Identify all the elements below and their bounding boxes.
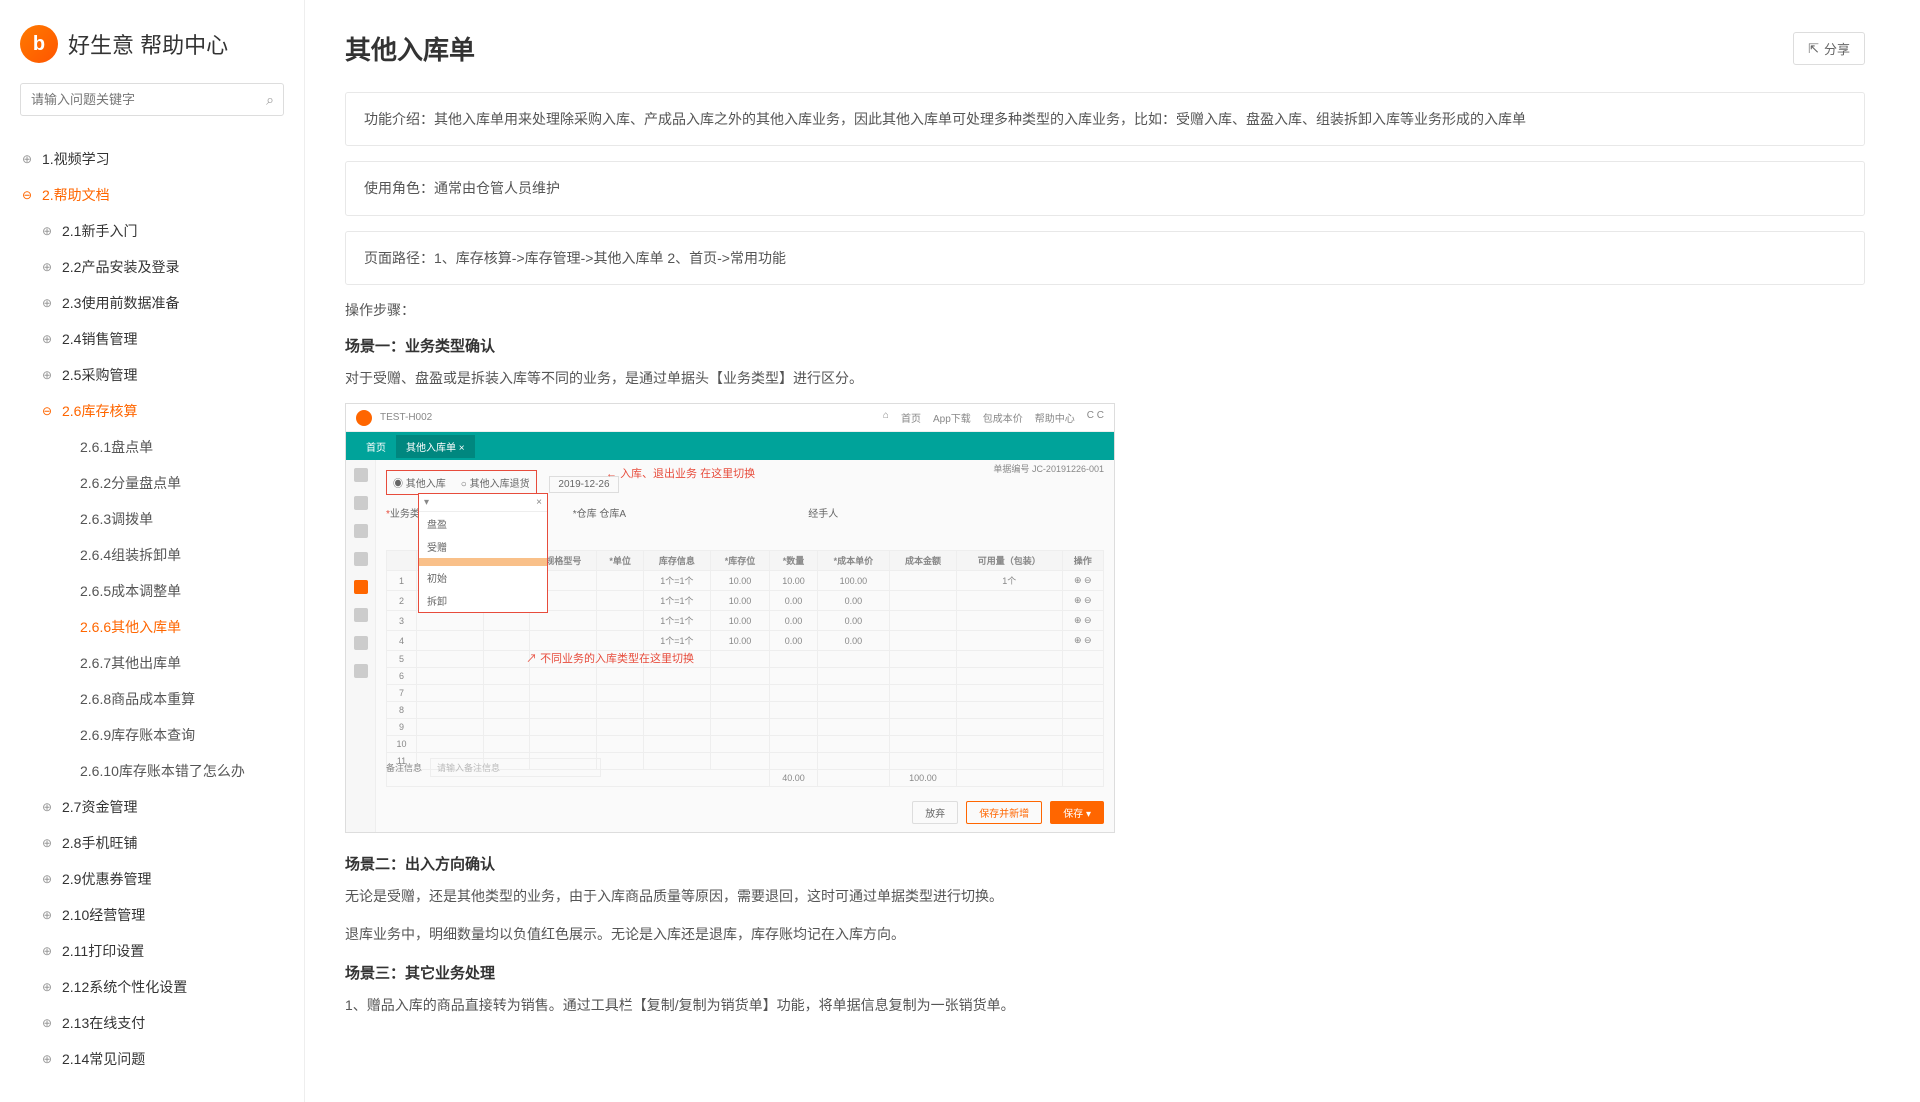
plus-icon: ⊕ (20, 152, 34, 166)
role-text: 通常由仓管人员维护 (434, 180, 560, 196)
nav-2-6[interactable]: ⊖2.6库存核算 (40, 393, 284, 429)
plus-icon: ⊕ (40, 260, 54, 274)
main-content: 其他入库单 ⇱分享 功能介绍：其他入库单用来处理除采购入库、产成品入库之外的其他… (305, 0, 1905, 1102)
plus-icon: ⊕ (40, 1016, 54, 1030)
nav-2-10[interactable]: ⊕2.10经营管理 (40, 897, 284, 933)
nav-2-14[interactable]: ⊕2.14常见问题 (40, 1041, 284, 1077)
ss-tab-home: 首页 (356, 435, 396, 458)
search-input[interactable] (20, 83, 284, 116)
ss-radio-group: ◉ 其他入库 ○ 其他入库退货 (386, 470, 537, 495)
nav-leaf-267[interactable]: 2.6.7其他出库单 (80, 645, 284, 681)
logo: b 好生意 帮助中心 (20, 25, 284, 63)
nav-help-docs[interactable]: ⊖2.帮助文档 (20, 177, 284, 213)
ss-save-new-button: 保存并新增 (966, 801, 1042, 824)
ss-side-icon (354, 608, 368, 622)
nav-2-12[interactable]: ⊕2.12系统个性化设置 (40, 969, 284, 1005)
search-box: ⌕ (20, 83, 284, 116)
nav-leaf-266[interactable]: 2.6.6其他入库单 (80, 609, 284, 645)
ss-test-label: TEST-H002 (380, 412, 432, 423)
path-label: 页面路径： (364, 250, 434, 266)
nav-2-13[interactable]: ⊕2.13在线支付 (40, 1005, 284, 1041)
nav-2-8[interactable]: ⊕2.8手机旺铺 (40, 825, 284, 861)
ss-tab-current: 其他入库单 × (396, 435, 475, 458)
nav-2-3[interactable]: ⊕2.3使用前数据准备 (40, 285, 284, 321)
plus-icon: ⊕ (40, 980, 54, 994)
nav-2-2[interactable]: ⊕2.2产品安装及登录 (40, 249, 284, 285)
scene2-body2: 退库业务中，明细数量均以负值红色展示。无论是入库还是退库，库存账均记在入库方向。 (345, 922, 1865, 947)
steps-label: 操作步骤： (345, 300, 1865, 320)
nav-2-4[interactable]: ⊕2.4销售管理 (40, 321, 284, 357)
intro-label: 功能介绍： (364, 111, 434, 127)
ss-side-icon (354, 636, 368, 650)
plus-icon: ⊕ (40, 872, 54, 886)
plus-icon: ⊕ (40, 908, 54, 922)
plus-icon: ⊕ (40, 368, 54, 382)
intro-text: 其他入库单用来处理除采购入库、产成品入库之外的其他入库业务，因此其他入库单可处理… (434, 111, 1526, 127)
ss-home-icon: ⌂ (883, 410, 889, 425)
ss-logo-icon (356, 410, 372, 426)
logo-text: 好生意 帮助中心 (68, 28, 228, 60)
ss-cancel-button: 放弃 (912, 801, 958, 824)
plus-icon: ⊕ (40, 296, 54, 310)
nav-leaf-269[interactable]: 2.6.9库存账本查询 (80, 717, 284, 753)
scene2-body1: 无论是受赠，还是其他类型的业务，由于入库商品质量等原因，需要退回，这时可通过单据… (345, 884, 1865, 909)
role-box: 使用角色：通常由仓管人员维护 (345, 161, 1865, 215)
page-title: 其他入库单 (345, 30, 475, 67)
ss-biztype-dropdown: ▾× 盘盈 受赠 初始 拆卸 (418, 493, 548, 613)
ss-note2: ↗ 不同业务的入库类型在这里切换 (526, 650, 694, 666)
nav-2-9[interactable]: ⊕2.9优惠券管理 (40, 861, 284, 897)
sidebar: b 好生意 帮助中心 ⌕ ⊕1.视频学习 ⊖2.帮助文档 ⊕2.1新手入门 ⊕2… (0, 0, 305, 1102)
ss-side-icon (354, 580, 368, 594)
role-label: 使用角色： (364, 180, 434, 196)
nav-2-7[interactable]: ⊕2.7资金管理 (40, 789, 284, 825)
ss-note1: ← 入库、退出业务 在这里切换 (606, 465, 755, 481)
plus-icon: ⊕ (40, 836, 54, 850)
share-button[interactable]: ⇱分享 (1793, 32, 1865, 65)
scene2-title: 场景二：出入方向确认 (345, 853, 1865, 874)
path-text: 1、库存核算->库存管理->其他入库单 2、首页->常用功能 (434, 250, 786, 266)
plus-icon: ⊕ (40, 332, 54, 346)
ss-side-icon (354, 524, 368, 538)
nav-leaf-264[interactable]: 2.6.4组装拆卸单 (80, 537, 284, 573)
minus-icon: ⊖ (40, 404, 54, 418)
ss-side-icon (354, 664, 368, 678)
share-icon: ⇱ (1808, 41, 1819, 57)
search-icon[interactable]: ⌕ (266, 91, 274, 108)
ss-side-icon (354, 496, 368, 510)
nav-video[interactable]: ⊕1.视频学习 (20, 141, 284, 177)
ss-side-icon (354, 552, 368, 566)
plus-icon: ⊕ (40, 800, 54, 814)
scene3-title: 场景三：其它业务处理 (345, 962, 1865, 983)
plus-icon: ⊕ (40, 1052, 54, 1066)
nav-leaf-265[interactable]: 2.6.5成本调整单 (80, 573, 284, 609)
nav-leaf-262[interactable]: 2.6.2分量盘点单 (80, 465, 284, 501)
nav-2-5[interactable]: ⊕2.5采购管理 (40, 357, 284, 393)
scene1-body: 对于受赠、盘盈或是拆装入库等不同的业务，是通过单据头【业务类型】进行区分。 (345, 366, 1865, 391)
intro-box: 功能介绍：其他入库单用来处理除采购入库、产成品入库之外的其他入库业务，因此其他入… (345, 92, 1865, 146)
nav-2-11[interactable]: ⊕2.11打印设置 (40, 933, 284, 969)
screenshot-image: TEST-H002 ⌂ 首页 App下载 包成本价 帮助中心 C C 首页 其他… (345, 403, 1115, 833)
ss-save-button: 保存 ▾ (1050, 801, 1104, 824)
plus-icon: ⊕ (40, 944, 54, 958)
minus-icon: ⊖ (20, 188, 34, 202)
path-box: 页面路径：1、库存核算->库存管理->其他入库单 2、首页->常用功能 (345, 231, 1865, 285)
nav-leaf-263[interactable]: 2.6.3调拨单 (80, 501, 284, 537)
nav-2-1[interactable]: ⊕2.1新手入门 (40, 213, 284, 249)
logo-icon: b (20, 25, 58, 63)
plus-icon: ⊕ (40, 224, 54, 238)
scene1-title: 场景一：业务类型确认 (345, 335, 1865, 356)
scene3-body: 1、赠品入库的商品直接转为销售。通过工具栏【复制/复制为销货单】功能，将单据信息… (345, 993, 1865, 1018)
ss-side-icon (354, 468, 368, 482)
nav-leaf-268[interactable]: 2.6.8商品成本重算 (80, 681, 284, 717)
nav-leaf-261[interactable]: 2.6.1盘点单 (80, 429, 284, 465)
nav-leaf-2610[interactable]: 2.6.10库存账本错了怎么办 (80, 753, 284, 789)
